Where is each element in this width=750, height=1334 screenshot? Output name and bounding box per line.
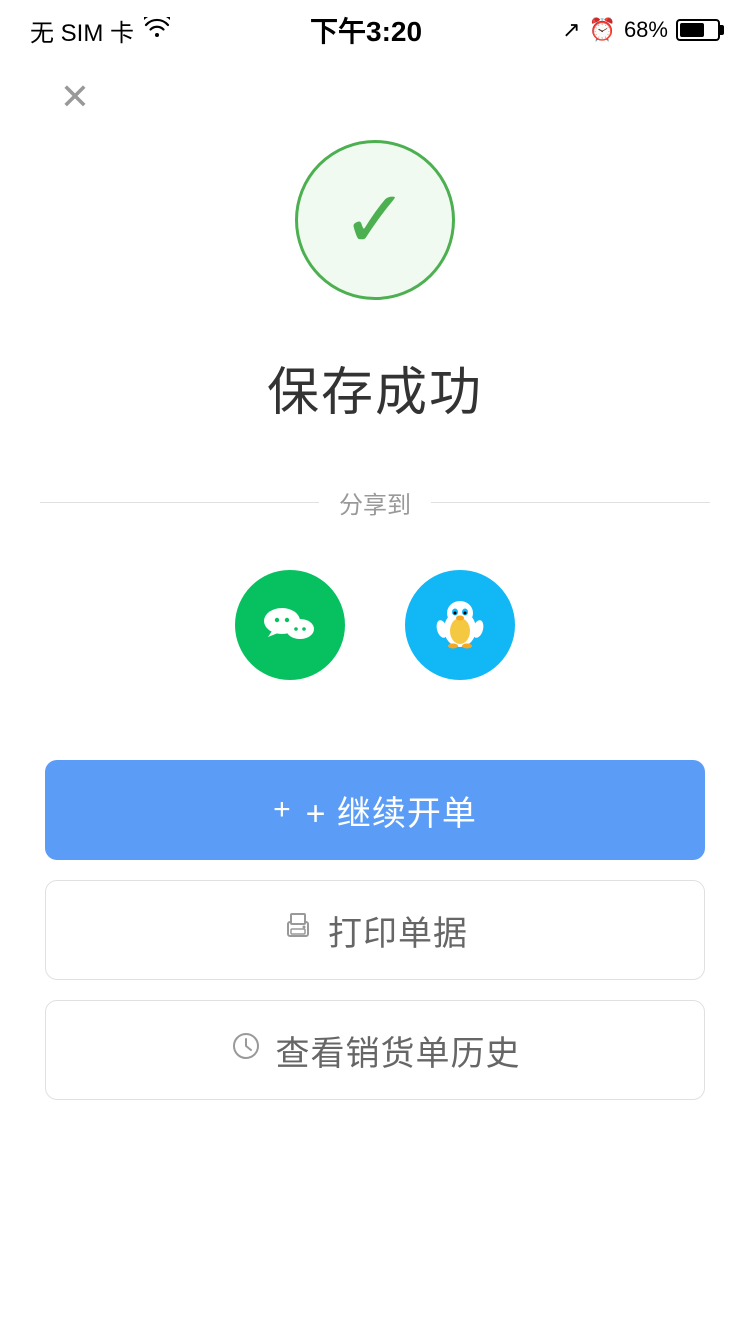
qq-share-button[interactable] (405, 570, 515, 680)
close-icon: ✕ (60, 79, 90, 115)
qq-icon (428, 593, 492, 657)
share-icons (40, 570, 710, 680)
location-icon: ↗ (562, 17, 580, 43)
history-label: 查看销货单历史 (276, 1026, 521, 1075)
close-button[interactable]: ✕ (50, 72, 100, 122)
print-button[interactable]: 打印单据 (45, 880, 705, 980)
alarm-icon: ⏰ (589, 17, 616, 43)
history-button[interactable]: 查看销货单历史 (45, 1000, 705, 1100)
status-bar: 无 SIM 卡 下午3:20 ↗ ⏰ 68% (0, 0, 750, 60)
main-content: ✓ 保存成功 分享到 (0, 60, 750, 1100)
carrier-text: 无 SIM 卡 (30, 13, 134, 48)
success-title: 保存成功 (267, 350, 483, 425)
status-indicators: ↗ ⏰ 68% (562, 17, 720, 43)
status-carrier: 无 SIM 卡 (30, 13, 170, 48)
history-icon (230, 1030, 262, 1070)
share-section: 分享到 (0, 485, 750, 680)
wechat-icon (258, 593, 322, 657)
wechat-share-button[interactable] (235, 570, 345, 680)
status-time: 下午3:20 (310, 10, 422, 50)
continue-button[interactable]: + + 继续开单 (45, 760, 705, 860)
divider-left (40, 502, 319, 503)
wifi-icon (144, 16, 170, 44)
share-divider: 分享到 (40, 485, 710, 520)
success-circle: ✓ (295, 140, 455, 300)
print-label: 打印单据 (328, 906, 468, 955)
action-buttons: + + 继续开单 打印单据 查看销货单历 (45, 760, 705, 1100)
continue-label: + 继续开单 (306, 786, 477, 835)
battery-icon (676, 19, 720, 41)
share-label: 分享到 (339, 485, 411, 520)
battery-percent: 68% (624, 17, 668, 43)
plus-icon: + (273, 793, 292, 827)
checkmark-icon: ✓ (341, 180, 408, 260)
print-icon (282, 910, 314, 950)
divider-right (431, 502, 710, 503)
